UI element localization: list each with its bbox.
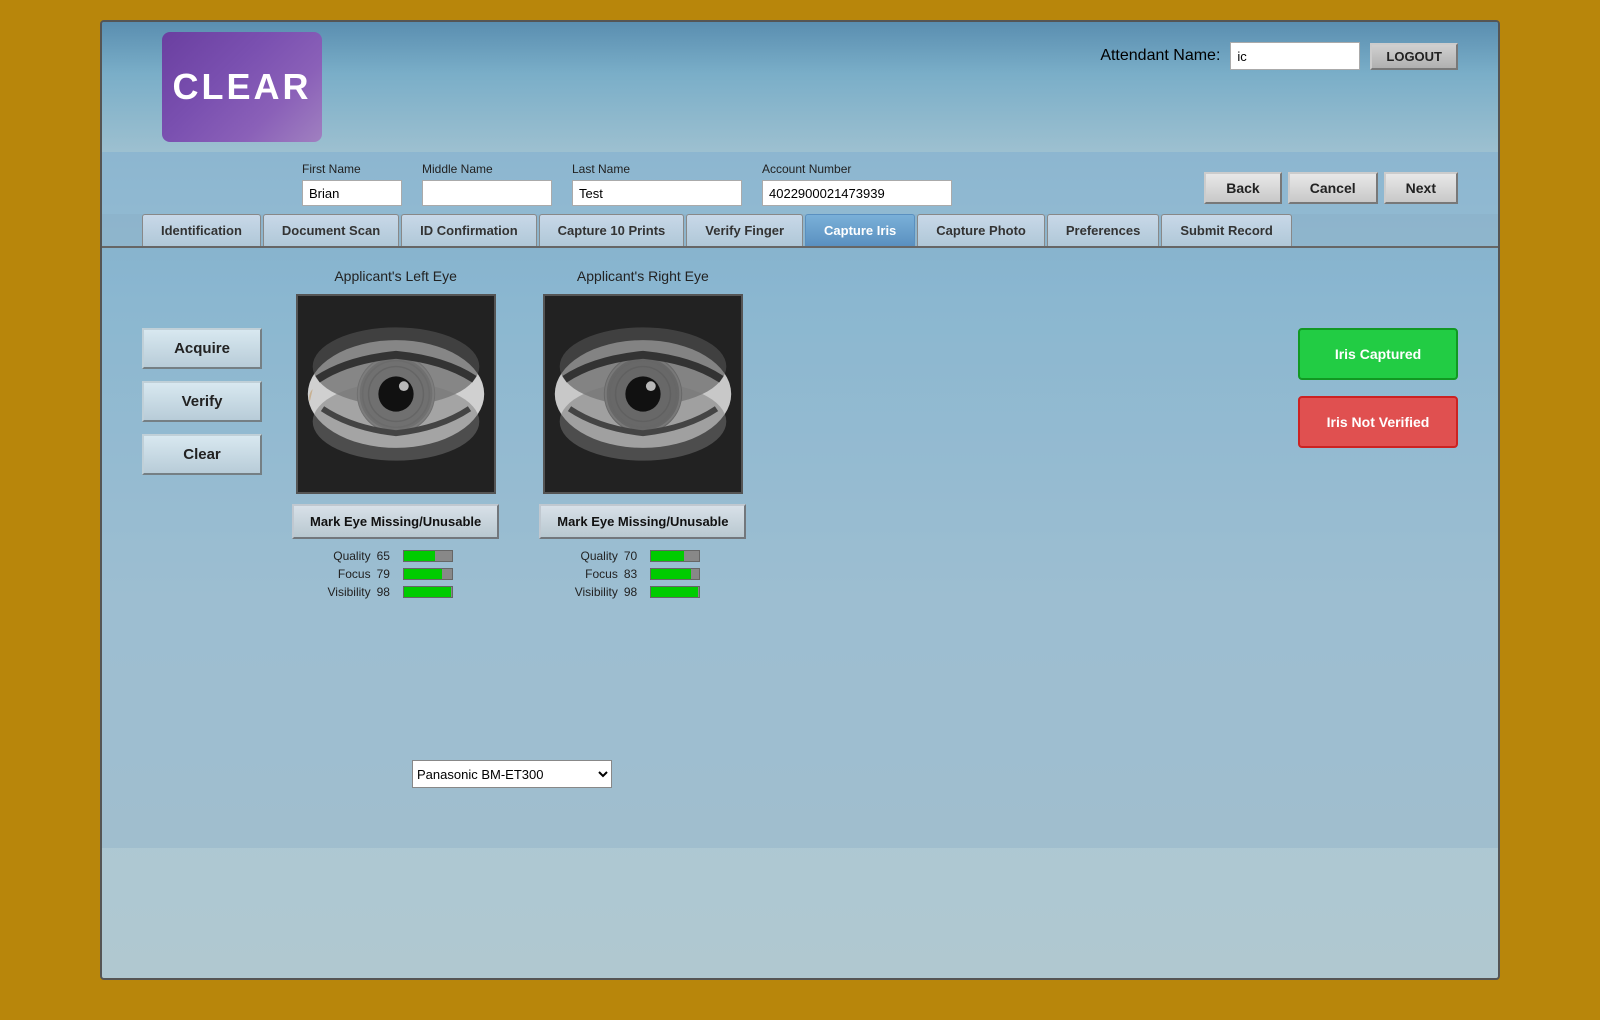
last-name-input[interactable] <box>572 180 742 206</box>
right-eye-image <box>543 294 743 494</box>
left-visibility-bar-fill <box>404 587 451 597</box>
right-quality-bar-bg <box>650 550 700 562</box>
right-visibility-label: Visibility <box>563 585 618 599</box>
left-eye-quality: Quality 65 Focus 79 Visibi <box>316 549 476 599</box>
right-visibility-bar-fill <box>651 587 698 597</box>
middle-name-field: Middle Name <box>422 162 552 206</box>
device-select[interactable]: Panasonic BM-ET300 <box>412 760 612 788</box>
right-quality-value: 70 <box>624 549 644 563</box>
left-focus-label: Focus <box>316 567 371 581</box>
tab-document-scan[interactable]: Document Scan <box>263 214 399 246</box>
acquire-button[interactable]: Acquire <box>142 328 262 369</box>
left-focus-bar-bg <box>403 568 453 580</box>
tab-capture-iris[interactable]: Capture Iris <box>805 214 915 246</box>
right-focus-bar-fill <box>651 569 691 579</box>
left-visibility-label: Visibility <box>316 585 371 599</box>
right-visibility-row: Visibility 98 <box>563 585 723 599</box>
left-focus-row: Focus 79 <box>316 567 476 581</box>
account-number-label: Account Number <box>762 162 952 176</box>
tab-capture-10-prints[interactable]: Capture 10 Prints <box>539 214 685 246</box>
left-buttons: Acquire Verify Clear <box>142 268 262 828</box>
form-area: First Name Middle Name Last Name Account… <box>102 152 1498 214</box>
left-eye-title: Applicant's Left Eye <box>334 268 457 284</box>
tab-identification[interactable]: Identification <box>142 214 261 246</box>
tab-preferences[interactable]: Preferences <box>1047 214 1159 246</box>
tab-id-confirmation[interactable]: ID Confirmation <box>401 214 537 246</box>
tab-capture-photo[interactable]: Capture Photo <box>917 214 1045 246</box>
account-number-input[interactable] <box>762 180 952 206</box>
right-eye-section: Applicant's Right Eye <box>539 268 746 828</box>
device-dropdown-area: Panasonic BM-ET300 <box>412 760 612 788</box>
middle-name-label: Middle Name <box>422 162 552 176</box>
right-eye-svg <box>545 294 741 494</box>
right-visibility-bar-bg <box>650 586 700 598</box>
left-eye-image <box>296 294 496 494</box>
left-eye-svg <box>298 294 494 494</box>
cancel-button[interactable]: Cancel <box>1288 172 1378 204</box>
left-focus-value: 79 <box>377 567 397 581</box>
left-focus-bar-fill <box>404 569 442 579</box>
right-visibility-value: 98 <box>624 585 644 599</box>
logo-area: CLEAR <box>162 32 322 142</box>
right-focus-bar-bg <box>650 568 700 580</box>
right-quality-label: Quality <box>563 549 618 563</box>
account-number-field: Account Number <box>762 162 952 206</box>
nav-buttons: Back Cancel Next <box>1204 172 1458 206</box>
right-eye-quality: Quality 70 Focus 83 Visibi <box>563 549 723 599</box>
left-quality-value: 65 <box>377 549 397 563</box>
right-quality-bar-fill <box>651 551 685 561</box>
right-quality-row: Quality 70 <box>563 549 723 563</box>
right-focus-row: Focus 83 <box>563 567 723 581</box>
middle-name-input[interactable] <box>422 180 552 206</box>
mark-right-eye-button[interactable]: Mark Eye Missing/Unusable <box>539 504 746 539</box>
logout-button[interactable]: LOGOUT <box>1370 43 1458 70</box>
next-button[interactable]: Next <box>1384 172 1458 204</box>
last-name-label: Last Name <box>572 162 742 176</box>
first-name-input[interactable] <box>302 180 402 206</box>
attendant-area: Attendant Name: LOGOUT <box>1100 42 1458 70</box>
logo-text: CLEAR <box>173 66 312 108</box>
back-button[interactable]: Back <box>1204 172 1281 204</box>
status-badges: Iris Captured Iris Not Verified <box>1298 268 1458 828</box>
left-quality-bar-fill <box>404 551 435 561</box>
eyes-container: Applicant's Left Eye <box>292 268 1268 828</box>
left-quality-label: Quality <box>316 549 371 563</box>
clear-button[interactable]: Clear <box>142 434 262 475</box>
last-name-field: Last Name <box>572 162 742 206</box>
right-focus-value: 83 <box>624 567 644 581</box>
left-visibility-value: 98 <box>377 585 397 599</box>
first-name-label: First Name <box>302 162 402 176</box>
tab-submit-record[interactable]: Submit Record <box>1161 214 1291 246</box>
tab-verify-finger[interactable]: Verify Finger <box>686 214 803 246</box>
iris-captured-badge[interactable]: Iris Captured <box>1298 328 1458 380</box>
left-visibility-bar-bg <box>403 586 453 598</box>
right-eye-title: Applicant's Right Eye <box>577 268 709 284</box>
tabs-area: Identification Document Scan ID Confirma… <box>102 214 1498 248</box>
verify-button[interactable]: Verify <box>142 381 262 422</box>
header: CLEAR Attendant Name: LOGOUT <box>102 22 1498 152</box>
left-quality-bar-bg <box>403 550 453 562</box>
attendant-label: Attendant Name: <box>1100 47 1220 65</box>
left-quality-row: Quality 65 <box>316 549 476 563</box>
left-visibility-row: Visibility 98 <box>316 585 476 599</box>
attendant-input[interactable] <box>1230 42 1360 70</box>
left-eye-section: Applicant's Left Eye <box>292 268 499 828</box>
first-name-field: First Name <box>302 162 402 206</box>
right-focus-label: Focus <box>563 567 618 581</box>
mark-left-eye-button[interactable]: Mark Eye Missing/Unusable <box>292 504 499 539</box>
iris-not-verified-badge[interactable]: Iris Not Verified <box>1298 396 1458 448</box>
main-content: Acquire Verify Clear Applicant's Left Ey… <box>102 248 1498 848</box>
